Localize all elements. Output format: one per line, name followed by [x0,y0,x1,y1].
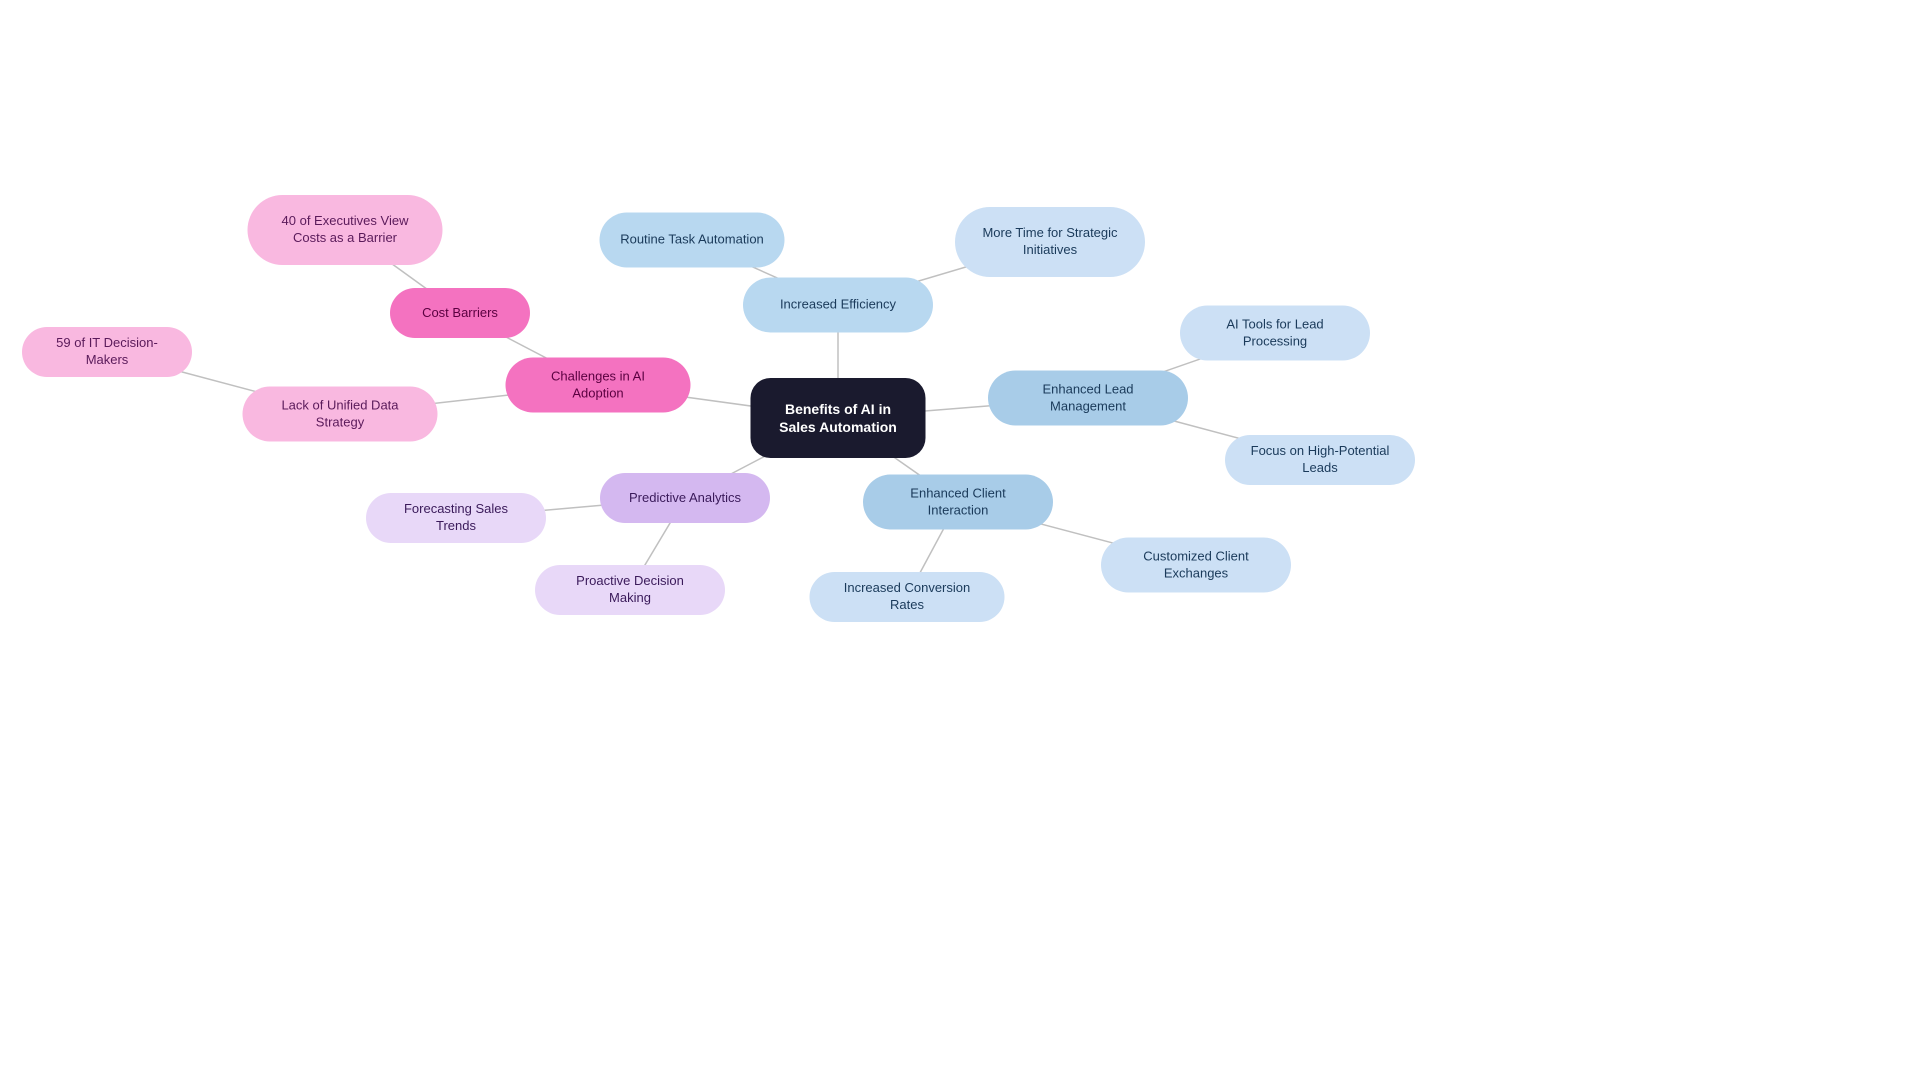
cost-barriers-node: Cost Barriers [390,288,530,338]
enhanced-client-interaction-node: Enhanced Client Interaction [863,475,1053,530]
center-node: Benefits of AI in Sales Automation [751,378,926,458]
routine-task-automation-node: Routine Task Automation [600,213,785,268]
challenges-ai-adoption-node: Challenges in AI Adoption [506,358,691,413]
focus-high-potential-leads-node: Focus on High-Potential Leads [1225,435,1415,485]
increased-conversion-rates-node: Increased Conversion Rates [810,572,1005,622]
forecasting-sales-trends-node: Forecasting Sales Trends [366,493,546,543]
ai-tools-lead-processing-node: AI Tools for Lead Processing [1180,306,1370,361]
more-time-strategic-node: More Time for Strategic Initiatives [955,207,1145,277]
enhanced-lead-management-node: Enhanced Lead Management [988,371,1188,426]
proactive-decision-making-node: Proactive Decision Making [535,565,725,615]
increased-efficiency-node: Increased Efficiency [743,278,933,333]
mind-map: Benefits of AI in Sales Automation Increa… [0,0,1920,1083]
it-decision-makers-node: 59 of IT Decision-Makers [22,327,192,377]
customized-client-exchanges-node: Customized Client Exchanges [1101,538,1291,593]
predictive-analytics-node: Predictive Analytics [600,473,770,523]
executives-view-costs-node: 40 of Executives View Costs as a Barrier [248,195,443,265]
connections-svg [0,0,1920,1083]
lack-unified-data-node: Lack of Unified Data Strategy [243,387,438,442]
